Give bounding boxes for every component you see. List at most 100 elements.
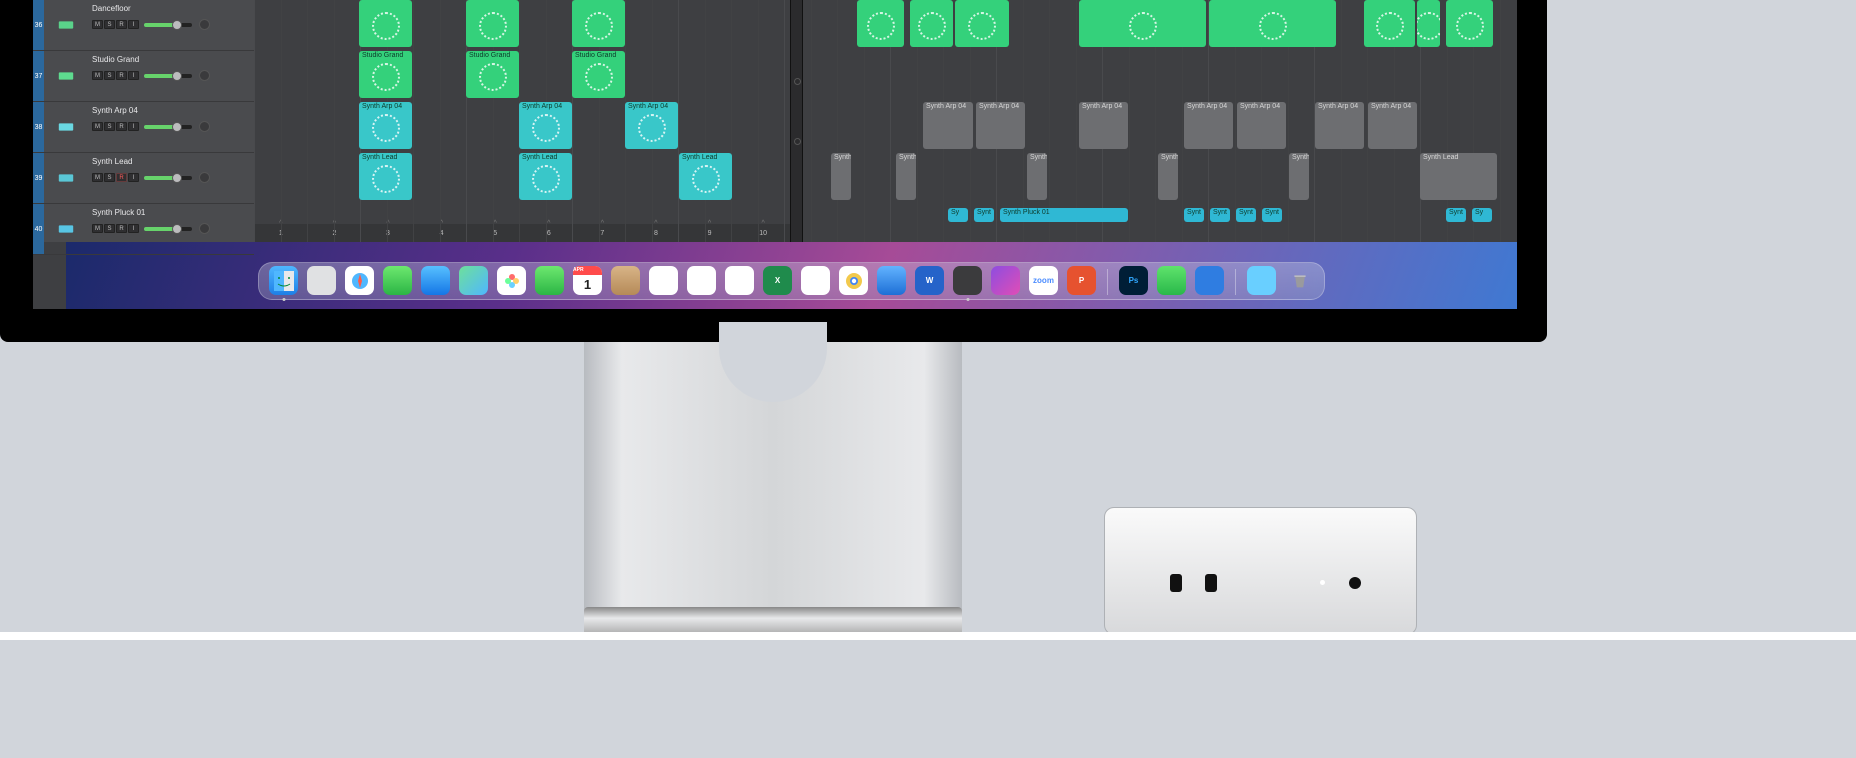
track-r-button[interactable]: R [116,122,127,131]
track-m-button[interactable]: M [92,20,103,29]
region-clip[interactable]: Synth Lead [679,153,732,200]
region-clip[interactable] [910,0,953,47]
region-clip[interactable] [572,0,625,47]
region-clip[interactable] [359,0,412,47]
region-clip[interactable] [1209,0,1336,47]
region-clip[interactable]: Synth [1027,153,1047,200]
track-pan-knob[interactable] [199,223,210,234]
safari-icon[interactable] [345,266,374,295]
track-pan-knob[interactable] [199,172,210,183]
track-s-button[interactable]: S [104,122,115,131]
track-m-button[interactable]: M [92,173,103,182]
region-clip[interactable] [955,0,1009,47]
facetime-icon[interactable] [535,266,564,295]
bar-number[interactable]: 9 [683,224,737,242]
track-i-button[interactable]: I [128,71,139,80]
track-header[interactable]: 38 Synth Arp 04 MSRI [33,102,254,153]
region-clip[interactable] [1079,0,1206,47]
launchpad-icon[interactable] [307,266,336,295]
track-m-button[interactable]: M [92,224,103,233]
region-clip[interactable]: Synth Arp 04 [359,102,412,149]
maps-icon[interactable] [459,266,488,295]
bar-number[interactable]: 5 [468,224,522,242]
region-clip[interactable]: Synth [1158,153,1178,200]
region-clip[interactable]: Synth Arp 04 [976,102,1025,149]
track-i-button[interactable]: I [128,122,139,131]
track-s-button[interactable]: S [104,71,115,80]
region-clip[interactable] [857,0,904,47]
track-header[interactable]: 37 Studio Grand MSRI [33,51,254,102]
region-clip[interactable]: Synt [1236,208,1256,222]
track-r-button[interactable]: R [116,224,127,233]
calendar-icon[interactable]: APR1 [573,266,602,295]
region-clip[interactable]: Synth Arp 04 [1184,102,1233,149]
mail-icon[interactable] [421,266,450,295]
region-clip[interactable] [1417,0,1440,47]
region-clip[interactable]: Synth Arp 04 [1368,102,1417,149]
track-header[interactable]: 40 Synth Pluck 01 MSRI [33,204,254,255]
track-volume-slider[interactable] [144,227,192,231]
finder-icon[interactable] [269,266,298,295]
notes-icon[interactable] [687,266,716,295]
region-clip[interactable]: Synth Arp 04 [923,102,973,149]
docs-icon[interactable] [1195,266,1224,295]
track-i-button[interactable]: I [128,20,139,29]
region-clip[interactable]: Synth Lead [1420,153,1497,200]
reminders-icon[interactable] [649,266,678,295]
track-i-button[interactable]: I [128,173,139,182]
whatsapp-icon[interactable] [1157,266,1186,295]
track-s-button[interactable]: S [104,20,115,29]
logic-icon[interactable] [953,266,982,295]
bar-number[interactable]: 10 [736,224,790,242]
xcode-icon[interactable] [877,266,906,295]
excel-icon[interactable]: X [763,266,792,295]
track-pan-knob[interactable] [199,19,210,30]
zoom-icon[interactable]: zoom [1029,266,1058,295]
track-volume-slider[interactable] [144,23,192,27]
region-clip[interactable]: Synth Lead [519,153,572,200]
region-clip[interactable]: Sy [1472,208,1492,222]
track-volume-slider[interactable] [144,74,192,78]
track-volume-slider[interactable] [144,125,192,129]
track-s-button[interactable]: S [104,173,115,182]
region-clip[interactable]: Synth Arp 04 [519,102,572,149]
region-clip[interactable]: Synth Arp 04 [1315,102,1364,149]
region-clip[interactable]: Synt [1446,208,1466,222]
bar-number[interactable]: 3 [361,224,415,242]
region-clip[interactable]: Synt [974,208,994,222]
region-clip[interactable]: Synt [1262,208,1282,222]
slack-icon[interactable] [725,266,754,295]
region-clip[interactable]: Studio Grand [572,51,625,98]
track-pan-knob[interactable] [199,121,210,132]
trash-icon[interactable] [1285,266,1314,295]
track-header[interactable]: 39 Synth Lead MSRI [33,153,254,204]
region-clip[interactable]: Studio Grand [359,51,412,98]
region-clip[interactable]: Synt [1184,208,1204,222]
affinity-icon[interactable] [991,266,1020,295]
photos-icon[interactable] [497,266,526,295]
messages-icon[interactable] [383,266,412,295]
track-pan-knob[interactable] [199,70,210,81]
region-clip[interactable] [466,0,519,47]
bar-number[interactable]: 7 [576,224,630,242]
contacts-icon[interactable] [611,266,640,295]
track-r-button[interactable]: R [116,71,127,80]
track-volume-slider[interactable] [144,176,192,180]
word-icon[interactable]: W [915,266,944,295]
track-r-button[interactable]: R [116,173,127,182]
track-s-button[interactable]: S [104,224,115,233]
bar-number[interactable]: 6 [522,224,576,242]
track-header[interactable]: 36 Dancefloor MSRI [33,0,254,51]
bar-number[interactable]: 8 [629,224,683,242]
region-clip[interactable] [1364,0,1415,47]
powerpoint-icon[interactable]: P [1067,266,1096,295]
region-clip[interactable]: Synt [1210,208,1230,222]
region-clip[interactable]: Synth [1289,153,1309,200]
pane-divider[interactable] [790,0,803,242]
region-clip[interactable]: Synth [831,153,851,200]
track-i-button[interactable]: I [128,224,139,233]
region-clip[interactable]: Sy [948,208,968,222]
region-clip[interactable]: Synth Arp 04 [1079,102,1128,149]
region-clip[interactable]: Synth [896,153,916,200]
track-m-button[interactable]: M [92,122,103,131]
